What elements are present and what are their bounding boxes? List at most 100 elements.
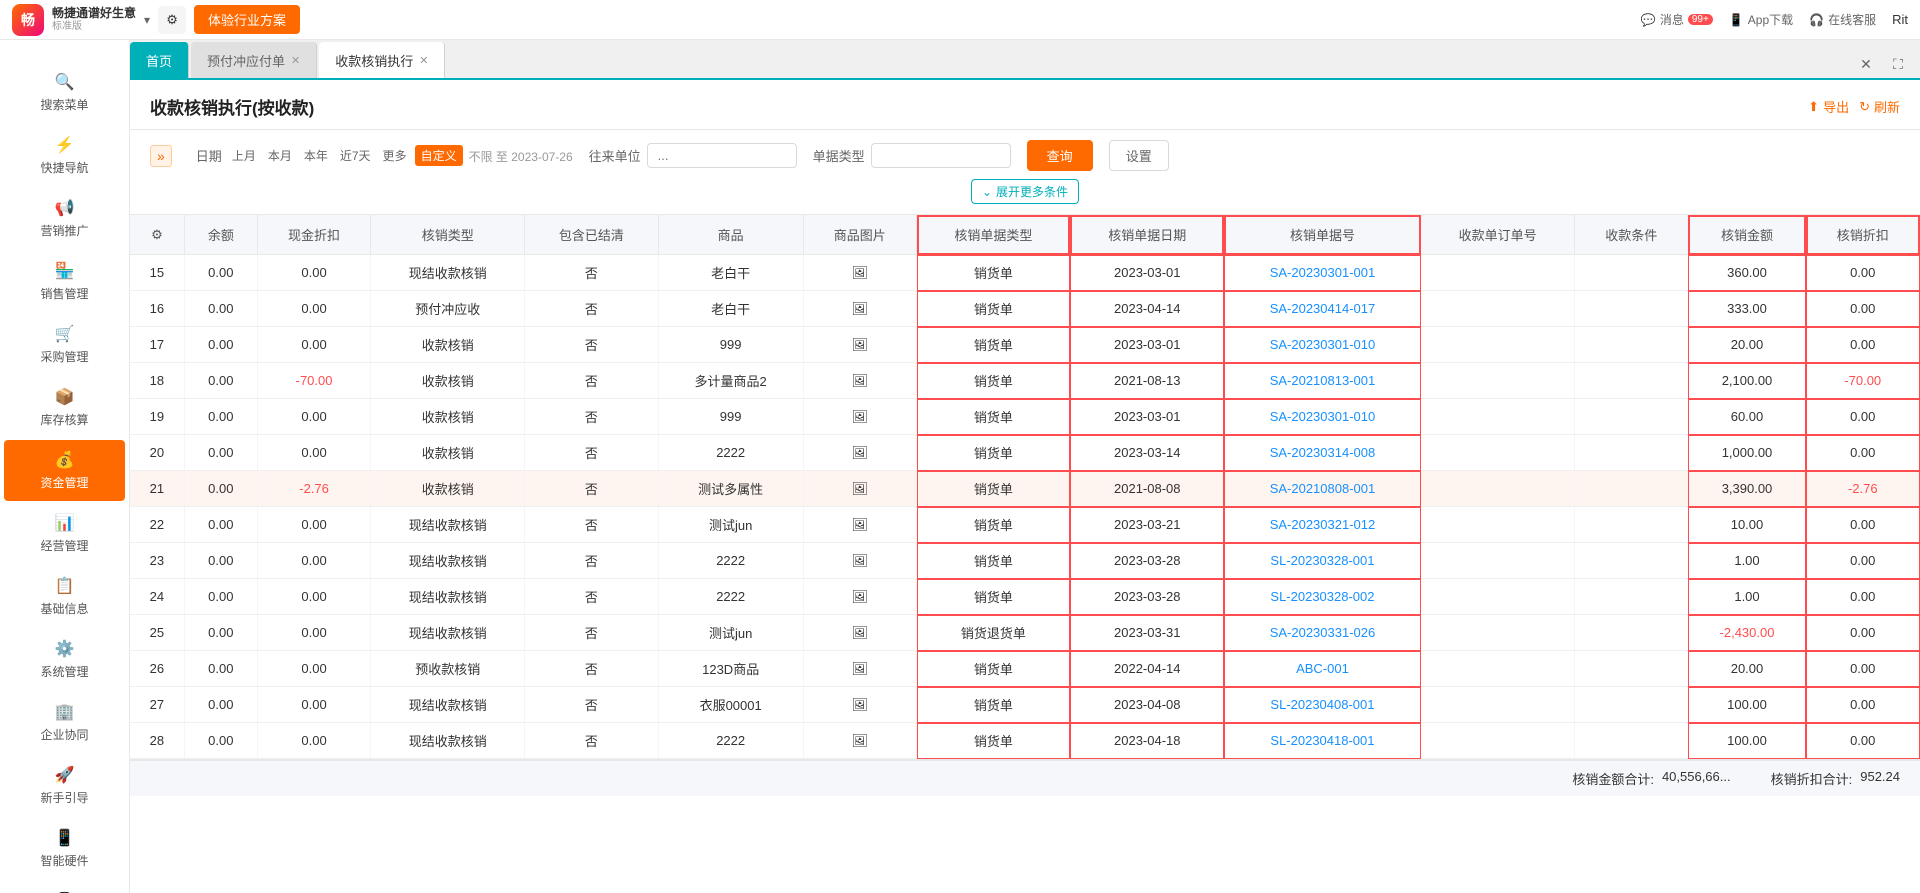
sidebar-item-sales[interactable]: 🏪 销售管理 [4, 251, 125, 312]
cell-writeoffBillNo[interactable]: SL-20230408-001 [1224, 687, 1421, 723]
cell-product: 999 [658, 399, 803, 435]
sidebar-item-operation[interactable]: 📊 经营管理 [4, 503, 125, 564]
cell-product: 测试jun [658, 615, 803, 651]
sidebar-item-purchase[interactable]: 🛒 采购管理 [4, 314, 125, 375]
sidebar-item-wechat[interactable]: 💬 企业微信 [4, 881, 125, 893]
tab-close-prepay[interactable]: ✕ [291, 54, 300, 67]
tab-label-home: 首页 [146, 51, 172, 70]
sidebar-item-guide[interactable]: 🚀 新手引导 [4, 755, 125, 816]
data-table: ⚙余额现金折扣核销类型包含已结清商品商品图片核销单据类型核销单据日期核销单据号收… [130, 215, 1920, 759]
page-actions: ⬆ 导出 ↻ 刷新 [1808, 97, 1900, 116]
query-button[interactable]: 查询 [1027, 140, 1093, 171]
cell-writeoffBillNo[interactable]: SL-20230328-002 [1224, 579, 1421, 615]
cell-writeoffBillNo[interactable]: SA-20230321-012 [1224, 507, 1421, 543]
cell-writeoffDiscount: 0.00 [1806, 255, 1920, 291]
cell-product: 2222 [658, 543, 803, 579]
cell-productImage: 🖼 [803, 651, 916, 687]
cell-writeoffBillNo[interactable]: ABC-001 [1224, 651, 1421, 687]
gear-icon[interactable]: ⚙ [158, 6, 186, 34]
maximize-btn[interactable]: ⛶ [1884, 50, 1912, 78]
cell-seq: 27 [130, 687, 184, 723]
cell-writeoffBillNo[interactable]: SA-20230414-017 [1224, 291, 1421, 327]
sidebar-item-finance[interactable]: 💰 资金管理 [4, 440, 125, 501]
cell-writeoffType: 预收款核销 [371, 651, 525, 687]
cell-writeoffBillDate: 2023-04-08 [1070, 687, 1224, 723]
cell-writeoffBillType: 销货单 [917, 687, 1071, 723]
sidebar-item-nav[interactable]: ⚡ 快捷导航 [4, 125, 125, 186]
custom-date-btn[interactable]: 自定义 [415, 145, 463, 166]
cell-cashDiscount: 0.00 [257, 615, 370, 651]
tab-bar: 首页预付冲应付单✕收款核销执行✕ ✕ ⛶ [130, 40, 1920, 80]
tab-collection[interactable]: 收款核销执行✕ [319, 42, 445, 78]
tab-close-collection[interactable]: ✕ [419, 54, 428, 67]
cell-balance: 0.00 [184, 651, 257, 687]
cell-cashDiscount: 0.00 [257, 579, 370, 615]
service-label: 在线客服 [1828, 11, 1876, 28]
tab-home[interactable]: 首页 [130, 42, 189, 78]
cell-receiptOrderNo [1421, 579, 1575, 615]
more-date-btn[interactable]: 更多 [379, 145, 411, 166]
settings-button[interactable]: 设置 [1109, 140, 1169, 171]
last-7days-btn[interactable]: 近7天 [336, 145, 375, 166]
layout: 🔍 搜索菜单 ⚡ 快捷导航 📢 营销推广 🏪 销售管理 🛒 采购管理 📦 库存核… [0, 40, 1920, 893]
cell-writeoffBillNo[interactable]: SA-20230331-026 [1224, 615, 1421, 651]
dropdown-arrow[interactable]: ▾ [144, 13, 150, 27]
this-year-btn[interactable]: 本年 [300, 145, 332, 166]
expand-conditions-btn[interactable]: ⌄ 展开更多条件 [971, 179, 1079, 204]
cell-receiptCondition [1575, 723, 1688, 759]
online-service[interactable]: 🎧 在线客服 [1809, 11, 1876, 28]
cell-receiptOrderNo [1421, 399, 1575, 435]
cell-writeoffBillNo[interactable]: SL-20230328-001 [1224, 543, 1421, 579]
cell-writeoffBillNo[interactable]: SA-20230301-001 [1224, 255, 1421, 291]
this-month-btn[interactable]: 本月 [264, 145, 296, 166]
sidebar-label-search: 搜索菜单 [40, 96, 88, 113]
cell-balance: 0.00 [184, 687, 257, 723]
sidebar-item-inventory[interactable]: 📦 库存核算 [4, 377, 125, 438]
export-button[interactable]: ⬆ 导出 [1808, 97, 1849, 116]
message-badge[interactable]: 💬 消息 99+ [1641, 11, 1713, 28]
cell-writeoffBillNo[interactable]: SA-20210808-001 [1224, 471, 1421, 507]
filter-expand-arrow[interactable]: » [150, 145, 172, 167]
sidebar-item-hardware[interactable]: 📱 智能硬件 [4, 818, 125, 879]
cell-seq: 21 [130, 471, 184, 507]
table-header: ⚙余额现金折扣核销类型包含已结清商品商品图片核销单据类型核销单据日期核销单据号收… [130, 215, 1920, 255]
cell-writeoffType: 收款核销 [371, 471, 525, 507]
sidebar-item-system[interactable]: ⚙️ 系统管理 [4, 629, 125, 690]
cell-writeoffBillNo[interactable]: SA-20230301-010 [1224, 399, 1421, 435]
cell-writeoffBillDate: 2021-08-08 [1070, 471, 1224, 507]
tab-prepay[interactable]: 预付冲应付单 ✕ [191, 42, 317, 78]
last-month-btn[interactable]: 上月 [228, 145, 260, 166]
refresh-label: 刷新 [1874, 97, 1900, 116]
source-unit-input[interactable] [647, 143, 797, 168]
close-tab-btn[interactable]: ✕ [1852, 50, 1880, 78]
brand-name: 畅捷通谱好生意 [52, 6, 136, 20]
cell-writeoffBillNo[interactable]: SL-20230418-001 [1224, 723, 1421, 759]
cell-receiptOrderNo [1421, 471, 1575, 507]
cell-writeoffBillType: 销货单 [917, 723, 1071, 759]
sidebar-item-basic[interactable]: 📋 基础信息 [4, 566, 125, 627]
cell-writeoffBillNo[interactable]: SA-20230301-010 [1224, 327, 1421, 363]
user-label[interactable]: Rit [1892, 12, 1908, 27]
cell-receiptCondition [1575, 363, 1688, 399]
cell-includeSettled: 否 [525, 687, 659, 723]
sidebar-item-corp[interactable]: 🏢 企业协同 [4, 692, 125, 753]
tab-label-prepay: 预付冲应付单 [207, 51, 285, 70]
cell-productImage: 🖼 [803, 291, 916, 327]
cell-writeoffAmount: 10.00 [1688, 507, 1806, 543]
cell-seq: 28 [130, 723, 184, 759]
cell-writeoffBillType: 销货单 [917, 255, 1071, 291]
cell-writeoffBillDate: 2023-04-18 [1070, 723, 1224, 759]
sidebar-item-search[interactable]: 🔍 搜索菜单 [4, 62, 125, 123]
receipt-type-select[interactable] [871, 143, 1011, 168]
refresh-button[interactable]: ↻ 刷新 [1859, 97, 1900, 116]
cell-writeoffBillNo[interactable]: SA-20230314-008 [1224, 435, 1421, 471]
solution-button[interactable]: 体验行业方案 [194, 5, 300, 34]
cell-writeoffBillNo[interactable]: SA-20210813-001 [1224, 363, 1421, 399]
app-download[interactable]: 📱 App下载 [1729, 11, 1793, 28]
th-writeoffAmount: 核销金额 [1688, 215, 1806, 255]
cell-receiptCondition [1575, 399, 1688, 435]
cell-writeoffBillDate: 2023-03-31 [1070, 615, 1224, 651]
sidebar-item-marketing[interactable]: 📢 营销推广 [4, 188, 125, 249]
cell-balance: 0.00 [184, 399, 257, 435]
cell-cashDiscount: 0.00 [257, 687, 370, 723]
